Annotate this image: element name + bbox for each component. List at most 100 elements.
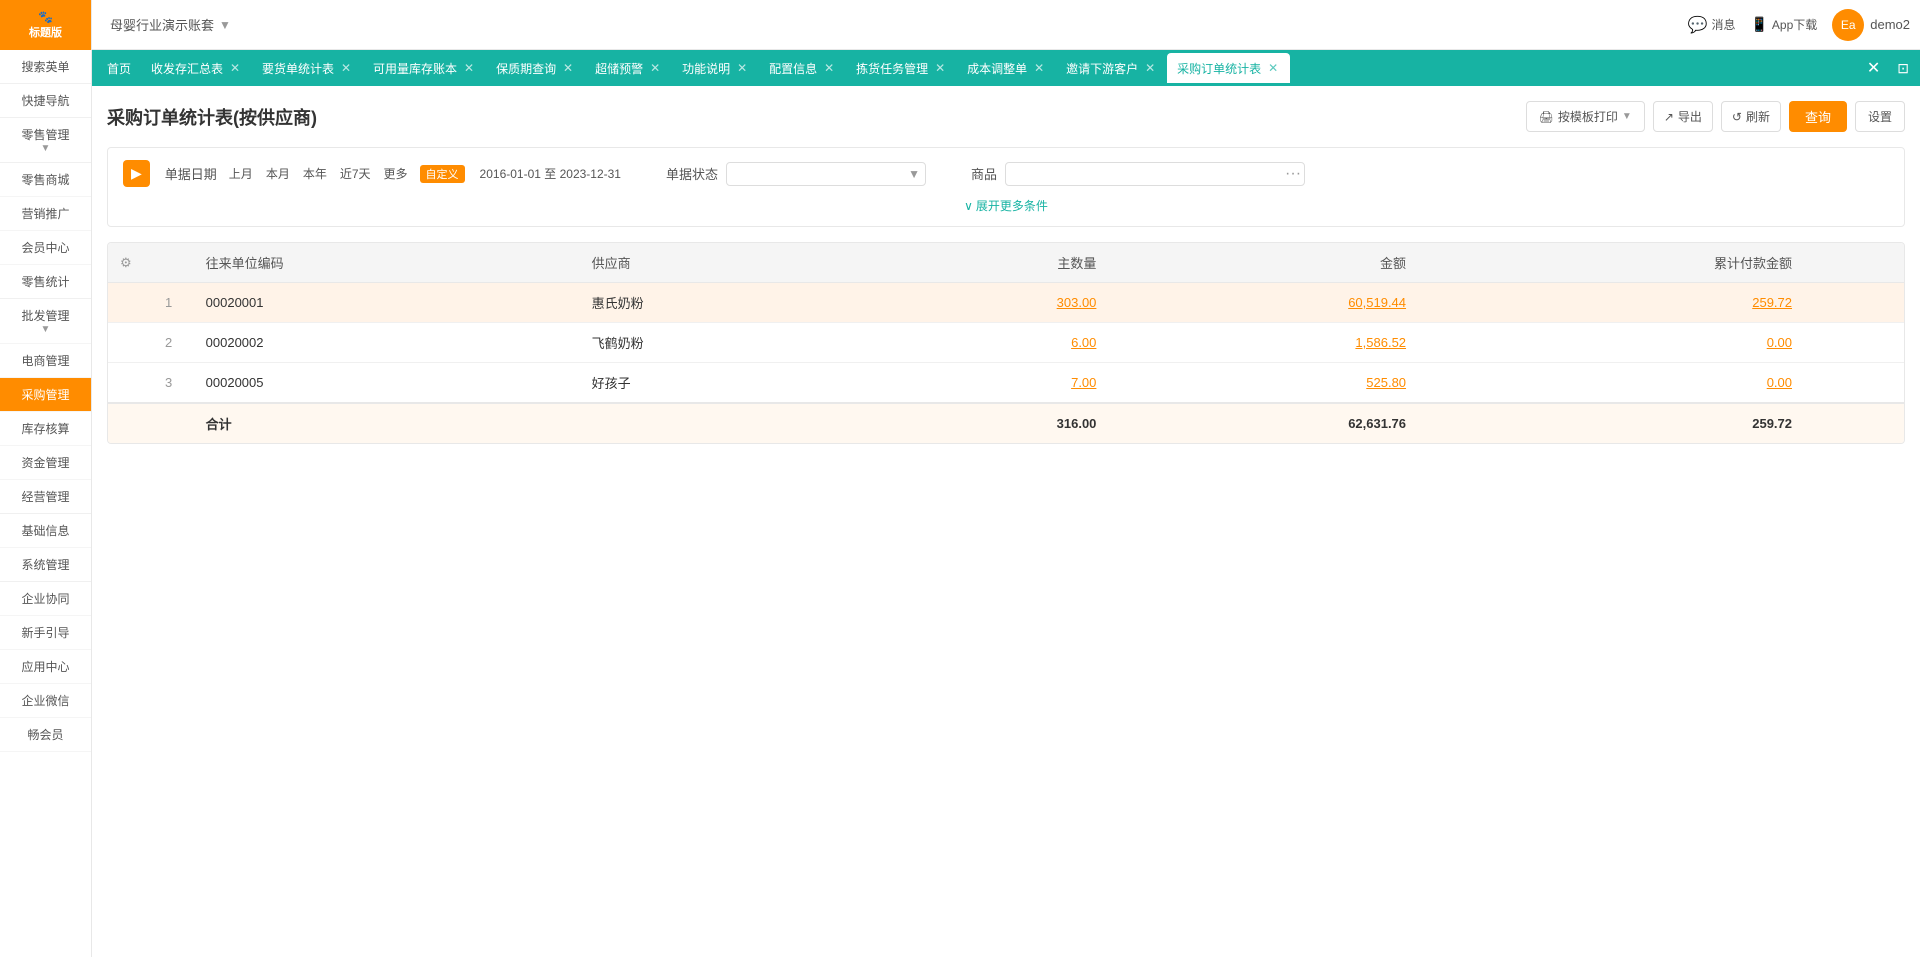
tab-close-icon[interactable]: ✕ [228, 61, 242, 75]
message-button[interactable]: 💬 消息 [1688, 15, 1736, 35]
row-settings[interactable] [108, 363, 144, 404]
row-settings[interactable] [108, 323, 144, 363]
goods-input[interactable] [1005, 162, 1305, 186]
sidebar-item-search[interactable]: 搜索英单 [0, 50, 91, 84]
sidebar-item-enterprise-wx[interactable]: 企业微信 [0, 684, 91, 718]
footer-settings [108, 403, 144, 443]
tab-home[interactable]: 首页 [97, 53, 141, 83]
tab-close-icon[interactable]: ✕ [462, 61, 476, 75]
settings-col-header[interactable]: ⚙ [108, 243, 144, 283]
tab-function-desc[interactable]: 功能说明 ✕ [672, 53, 759, 83]
sidebar-item-enterprise[interactable]: 企业协同 [0, 582, 91, 616]
more-icon[interactable]: ··· [1285, 165, 1301, 183]
sidebar-item-system[interactable]: 系统管理 [0, 548, 91, 582]
row-paid[interactable]: 0.00 [1418, 363, 1804, 404]
tab-label: 首页 [107, 60, 131, 77]
sidebar-item-member2[interactable]: 畅会员 [0, 718, 91, 752]
supplier-col-header: 供应商 [580, 243, 868, 283]
data-table: ⚙ 往来单位编码 供应商 主数量 金额 累计付款金额 1 00020001 [108, 243, 1904, 443]
expand-more-button[interactable]: ∨ 展开更多条件 [964, 197, 1048, 214]
sidebar-item-member[interactable]: 会员中心 [0, 231, 91, 265]
row-supplier: 飞鹤奶粉 [580, 323, 868, 363]
row-amount[interactable]: 1,586.52 [1108, 323, 1418, 363]
this-year-btn[interactable]: 本年 [299, 163, 331, 184]
sidebar-logo: 🐾 标题版 [0, 0, 91, 50]
logo-icon: 🐾 [38, 10, 53, 24]
filter-toggle-button[interactable]: ▶ [123, 160, 150, 187]
tab-close-icon[interactable]: ✕ [1032, 61, 1046, 75]
table-row: 1 00020001 惠氏奶粉 303.00 60,519.44 259.72 [108, 283, 1904, 323]
tab-expiry-query[interactable]: 保质期查询 ✕ [486, 53, 585, 83]
top-bar-left: 母婴行业演示账套 ▼ [102, 11, 239, 38]
expand-row: ∨ 展开更多条件 [123, 197, 1889, 214]
tab-receive-summary[interactable]: 收发存汇总表 ✕ [141, 53, 252, 83]
sidebar-item-ecommerce[interactable]: 电商管理 [0, 344, 91, 378]
sidebar-item-basic[interactable]: 基础信息 [0, 514, 91, 548]
sidebar-item-operation[interactable]: 经营管理 [0, 480, 91, 514]
chevron-down-icon: ∨ [964, 199, 973, 213]
tab-order-summary[interactable]: 要货单统计表 ✕ [252, 53, 363, 83]
row-paid[interactable]: 0.00 [1418, 323, 1804, 363]
sidebar-item-label: 营销推广 [21, 205, 69, 222]
tab-label: 可用量库存账本 [373, 60, 457, 77]
row-settings[interactable] [108, 283, 144, 323]
last-7days-btn[interactable]: 近7天 [336, 163, 375, 184]
settings-button[interactable]: 设置 [1855, 101, 1905, 132]
app-download-button[interactable]: 📱 App下载 [1750, 16, 1817, 33]
row-extra [1804, 283, 1904, 323]
status-filter-group: 单据状态 ▼ [666, 162, 926, 186]
sidebar-item-newbie[interactable]: 新手引导 [0, 616, 91, 650]
sidebar-item-wholesale[interactable]: 批发管理 ▼ [0, 299, 91, 344]
sidebar-item-finance[interactable]: 资金管理 [0, 446, 91, 480]
footer-label: 合计 [194, 403, 868, 443]
row-number: 2 [144, 323, 194, 363]
sidebar-item-retail[interactable]: 零售管理 ▼ [0, 118, 91, 163]
template-print-button[interactable]: 🖨 按模板打印 ▼ [1526, 101, 1645, 132]
row-code: 00020005 [194, 363, 580, 404]
tab-close-all-button[interactable]: ✕ [1861, 56, 1886, 80]
row-qty[interactable]: 6.00 [867, 323, 1108, 363]
tab-maximize-button[interactable]: ⊡ [1891, 58, 1915, 79]
tab-close-icon[interactable]: ✕ [339, 61, 353, 75]
sidebar-item-inventory[interactable]: 库存核算 [0, 412, 91, 446]
tab-invite-downstream[interactable]: 邀请下游客户 ✕ [1056, 53, 1167, 83]
sidebar-item-label: 零售管理 [21, 126, 69, 143]
print-icon: 🖨 [1539, 110, 1554, 124]
sidebar-item-quick[interactable]: 快捷导航 [0, 84, 91, 118]
user-profile[interactable]: Ea demo2 [1832, 9, 1910, 41]
this-month-btn[interactable]: 本月 [262, 163, 294, 184]
refresh-button[interactable]: ↺ 刷新 [1721, 101, 1781, 132]
last-month-btn[interactable]: 上月 [225, 163, 257, 184]
query-button[interactable]: 查询 [1789, 101, 1847, 132]
tab-close-icon[interactable]: ✕ [735, 61, 749, 75]
tab-overstock-warning[interactable]: 超储预警 ✕ [585, 53, 672, 83]
row-qty[interactable]: 303.00 [867, 283, 1108, 323]
sidebar-item-retail-stats[interactable]: 零售统计 [0, 265, 91, 299]
status-select[interactable] [726, 162, 926, 186]
sidebar-item-purchase[interactable]: 采购管理 [0, 378, 91, 412]
workspace-selector[interactable]: 母婴行业演示账套 ▼ [102, 11, 239, 38]
tab-cost-adjust[interactable]: 成本调整单 ✕ [957, 53, 1056, 83]
tab-available-inventory[interactable]: 可用量库存账本 ✕ [363, 53, 486, 83]
date-range-display: 2016-01-01 至 2023-12-31 [480, 165, 621, 182]
message-label: 消息 [1711, 16, 1735, 33]
sidebar-item-retail-shop[interactable]: 零售商城 [0, 163, 91, 197]
tab-close-icon[interactable]: ✕ [1143, 61, 1157, 75]
row-paid[interactable]: 259.72 [1418, 283, 1804, 323]
tab-close-icon[interactable]: ✕ [822, 61, 836, 75]
footer-no [144, 403, 194, 443]
tab-close-icon[interactable]: ✕ [1266, 61, 1280, 75]
tab-close-icon[interactable]: ✕ [561, 61, 575, 75]
row-amount[interactable]: 525.80 [1108, 363, 1418, 404]
sidebar-item-app-center[interactable]: 应用中心 [0, 650, 91, 684]
row-qty[interactable]: 7.00 [867, 363, 1108, 404]
tab-purchase-summary[interactable]: 采购订单统计表 ✕ [1167, 53, 1290, 83]
tab-close-icon[interactable]: ✕ [933, 61, 947, 75]
row-amount[interactable]: 60,519.44 [1108, 283, 1418, 323]
sidebar-item-marketing[interactable]: 营销推广 [0, 197, 91, 231]
tab-config-info[interactable]: 配置信息 ✕ [759, 53, 846, 83]
tab-close-icon[interactable]: ✕ [648, 61, 662, 75]
more-date-btn[interactable]: 更多 [380, 163, 412, 184]
export-button[interactable]: ↗ 导出 [1653, 101, 1713, 132]
tab-pick-task[interactable]: 拣货任务管理 ✕ [846, 53, 957, 83]
